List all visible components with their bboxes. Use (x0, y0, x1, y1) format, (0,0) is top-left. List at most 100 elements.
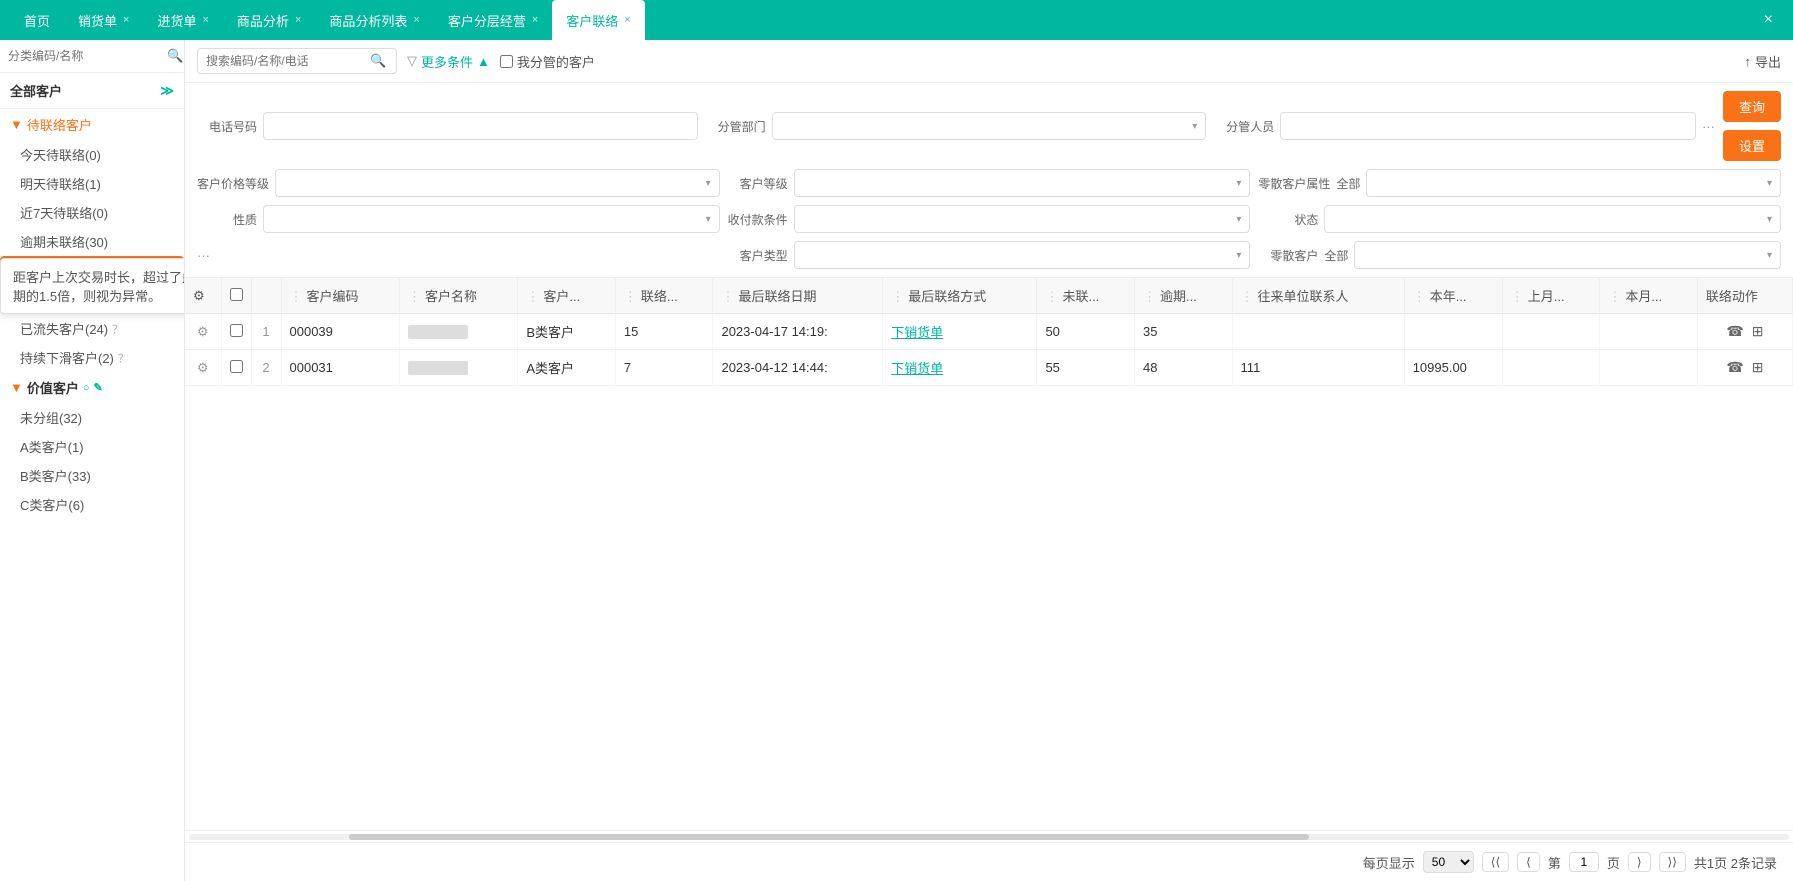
sidebar-item-declining[interactable]: 持续下滑客户(2) ？ (0, 343, 184, 372)
th-this-month[interactable]: 本月... (1600, 278, 1698, 314)
th-last-contact-method[interactable]: 最后联络方式 (883, 278, 1037, 314)
search-icon[interactable]: 🔍 (370, 53, 386, 69)
select-all-checkbox[interactable] (230, 288, 243, 301)
row1-phone-icon[interactable]: ☎ (1726, 323, 1743, 340)
sidebar-item-c-class[interactable]: C类客户(6) (0, 490, 184, 519)
edit-value-group-icon[interactable]: ○ (83, 382, 90, 394)
row2-overdue: 48 (1135, 350, 1233, 386)
prev-page-btn[interactable]: ⟨ (1517, 852, 1540, 872)
my-customer-check[interactable] (500, 55, 513, 68)
manager-input[interactable] (1280, 112, 1696, 140)
close-analysis-tab[interactable]: × (295, 14, 301, 26)
status-select[interactable]: ▾ (1324, 205, 1781, 233)
phone-input[interactable] (263, 112, 698, 140)
th-num (251, 278, 281, 314)
filter-status: 状态 ▾ (1258, 205, 1781, 233)
filter-customer-type: 客户类型 ▾ (728, 241, 1251, 269)
manager-more-icon[interactable]: ··· (1702, 119, 1715, 134)
price-grade-select[interactable]: ▾ (275, 169, 720, 197)
th-last-contact-date[interactable]: 最后联络日期 (713, 278, 883, 314)
collapse-icon[interactable]: ≫ (160, 83, 174, 99)
sidebar-item-churned[interactable]: 已流失客户(24) ？ (0, 314, 184, 343)
sidebar-item-b-class[interactable]: B类客户(33) (0, 461, 184, 490)
action-buttons: 查询 设置 (1723, 91, 1781, 161)
window-close-button[interactable]: × (1754, 11, 1783, 29)
sidebar-item-tomorrow[interactable]: 明天待联络(1) (0, 169, 184, 198)
sidebar-search-input[interactable] (8, 49, 163, 63)
more-icon[interactable]: ··· (197, 248, 210, 263)
nav-tab-analysis-list[interactable]: 商品分析列表 × (315, 0, 433, 40)
sidebar-search-icon[interactable]: 🔍 (167, 48, 183, 64)
row2-phone-icon[interactable]: ☎ (1726, 359, 1743, 376)
payment-select[interactable]: ▾ (794, 205, 1251, 233)
next-page-btn[interactable]: ⟩ (1628, 852, 1651, 872)
filter-gender: 性质 ▾ (197, 205, 720, 233)
sidebar-item-today[interactable]: 今天待联络(0) (0, 140, 184, 169)
nav-tab-analysis[interactable]: 商品分析 × (223, 0, 315, 40)
th-contact-count[interactable]: 联络... (615, 278, 713, 314)
page-num-input[interactable] (1569, 852, 1599, 872)
th-name[interactable]: 客户名称 (399, 278, 517, 314)
row1-uncontacted: 50 (1037, 314, 1135, 350)
row1-settings[interactable]: ⚙ (185, 314, 221, 350)
close-segment-tab[interactable]: × (532, 14, 538, 26)
query-button[interactable]: 查询 (1723, 91, 1781, 122)
scrollbar-thumb[interactable] (349, 834, 1309, 840)
th-code[interactable]: 客户编码 (281, 278, 399, 314)
sidebar: 🔍 全部客户 ≫ ▼ 待联络客户 今天待联络(0) 明天待联络(1) 近7天待联… (0, 40, 185, 881)
th-unit-contact[interactable]: 往来单位联系人 (1232, 278, 1404, 314)
th-last-month[interactable]: 上月... (1502, 278, 1600, 314)
sidebar-item-a-class[interactable]: A类客户(1) (0, 432, 184, 461)
first-page-btn[interactable]: ⟨⟨ (1482, 852, 1509, 872)
horizontal-scrollbar[interactable] (185, 830, 1793, 842)
close-purchase-tab[interactable]: × (202, 14, 208, 26)
th-customer-type[interactable]: 客户... (518, 278, 616, 314)
nav-tab-sales[interactable]: 销货单 × (64, 0, 143, 40)
sidebar-item-7days[interactable]: 近7天待联络(0) (0, 198, 184, 227)
row2-settings[interactable]: ⚙ (185, 350, 221, 386)
nav-tab-home[interactable]: 首页 (10, 0, 64, 40)
row2-unit-contact: 111 (1232, 350, 1404, 386)
row1-grid-icon[interactable]: ⊞ (1752, 323, 1764, 340)
retail-select[interactable]: ▾ (1354, 241, 1781, 269)
my-customer-checkbox[interactable]: 我分管的客户 (500, 52, 595, 71)
dept-select[interactable]: ▾ (772, 112, 1207, 140)
close-analysis-list-tab[interactable]: × (413, 14, 419, 26)
filter-bar: 🔍 ▽ 更多条件 ▲ 我分管的客户 ↑ 导出 (185, 40, 1793, 83)
sidebar-item-unclassified[interactable]: 未分组(32) (0, 403, 184, 432)
th-uncontacted[interactable]: 未联... (1037, 278, 1135, 314)
th-overdue[interactable]: 逾期... (1135, 278, 1233, 314)
row2-checkbox[interactable] (221, 350, 251, 386)
close-contact-tab[interactable]: × (624, 14, 630, 26)
setting-button[interactable]: 设置 (1723, 130, 1781, 161)
page-label: 第 (1548, 853, 1561, 872)
sidebar-item-overdue[interactable]: 逾期未联络(30) (0, 227, 184, 256)
th-this-year[interactable]: 本年... (1404, 278, 1502, 314)
customer-type-select[interactable]: ▾ (794, 241, 1251, 269)
question-icon-declining[interactable]: ？ (118, 350, 129, 366)
search-input[interactable] (206, 54, 366, 68)
export-button[interactable]: ↑ 导出 (1744, 52, 1781, 71)
gender-select[interactable]: ▾ (263, 205, 720, 233)
row2-last-contact-method[interactable]: 下销货单 (883, 350, 1037, 386)
nav-tab-purchase[interactable]: 进货单 × (143, 0, 222, 40)
nav-tab-customer-segment[interactable]: 客户分层经营 × (434, 0, 552, 40)
question-icon-churned[interactable]: ？ (112, 321, 123, 337)
customer-grade-select[interactable]: ▾ (794, 169, 1251, 197)
edit-value-group-icon2[interactable]: ✎ (94, 381, 103, 394)
row1-checkbox[interactable] (221, 314, 251, 350)
retail-attr-select[interactable]: ▾ (1366, 169, 1781, 197)
more-conditions-btn[interactable]: ▽ 更多条件 ▲ (407, 52, 490, 71)
row2-grid-icon[interactable]: ⊞ (1752, 359, 1764, 376)
row2-contact-count: 7 (615, 350, 713, 386)
th-checkbox (221, 278, 251, 314)
per-page-select[interactable]: 50 100 200 (1423, 851, 1474, 873)
pending-contact-group[interactable]: ▼ 待联络客户 (0, 109, 184, 140)
th-settings[interactable]: ⚙ (185, 278, 221, 314)
row1-last-contact-method[interactable]: 下销货单 (883, 314, 1037, 350)
filter-row-2: 客户价格等级 ▾ 客户等级 ▾ 零散客户属性 全部 ▾ (197, 169, 1781, 197)
nav-tab-customer-contact[interactable]: 客户联络 × (552, 0, 644, 40)
close-sales-tab[interactable]: × (123, 14, 129, 26)
row1-this-month (1600, 314, 1698, 350)
last-page-btn[interactable]: ⟩⟩ (1659, 852, 1686, 872)
